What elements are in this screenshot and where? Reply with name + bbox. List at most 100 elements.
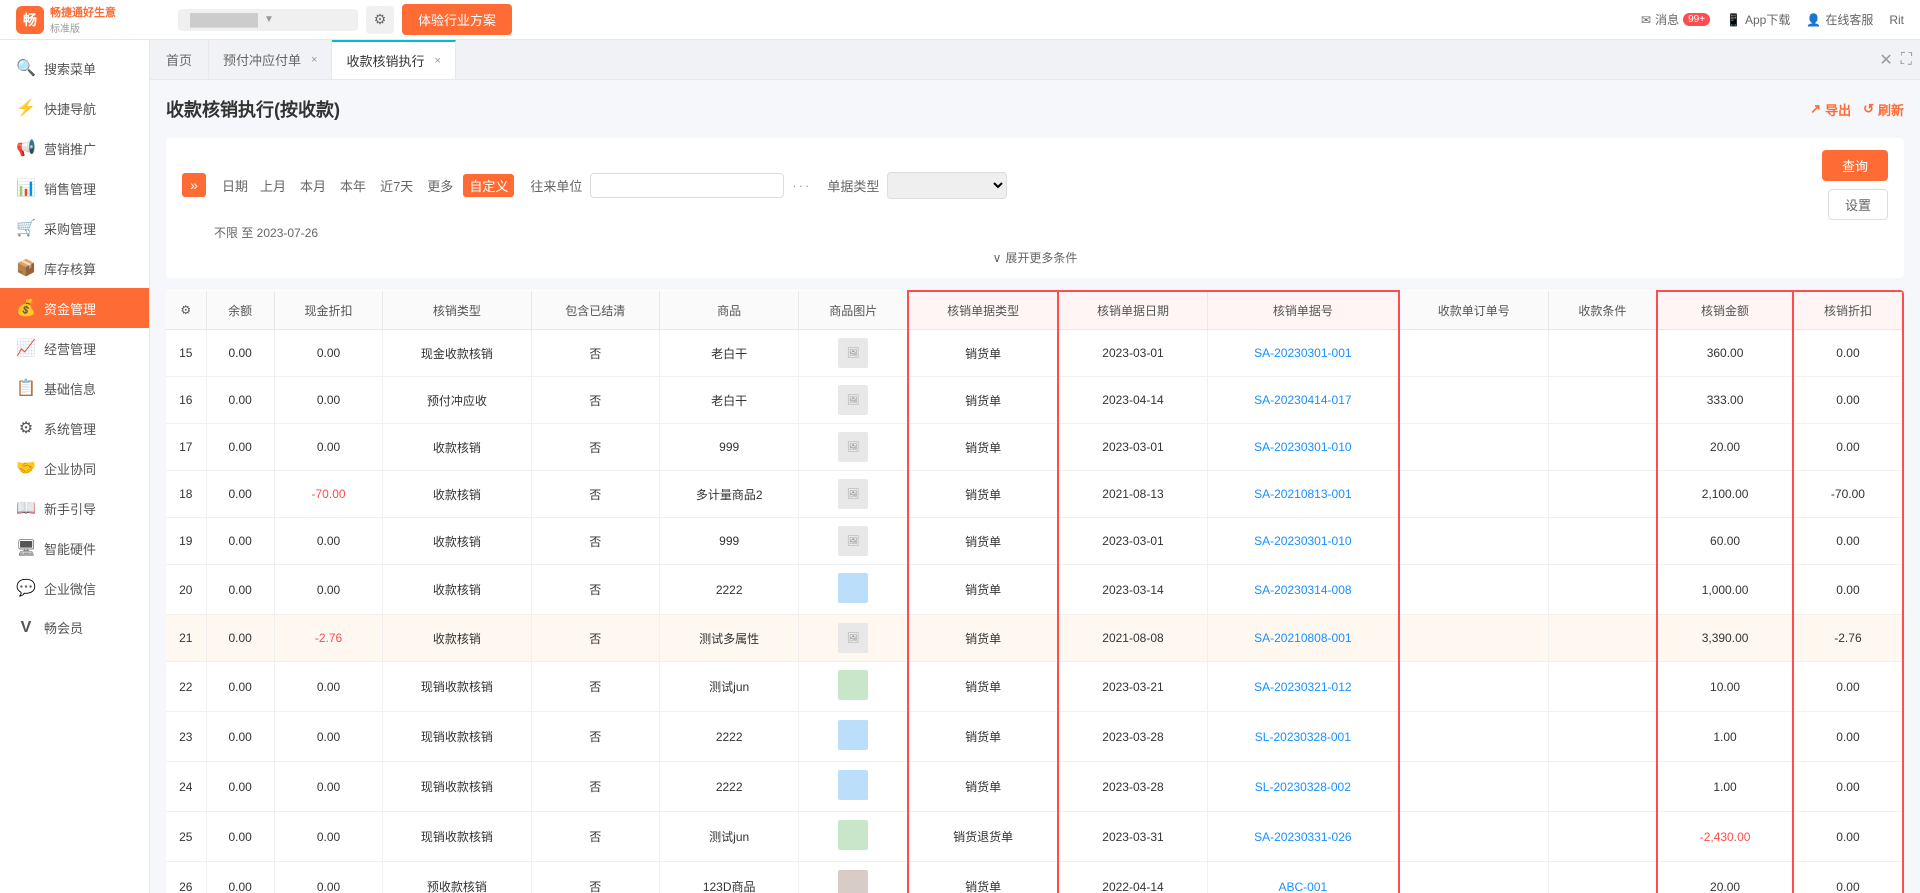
writeoff-no-link[interactable]: SA-20230414-017 <box>1254 393 1351 407</box>
cell-receipt-cond <box>1548 424 1657 471</box>
tab-writeoff[interactable]: 收款核销执行 × <box>332 40 455 79</box>
refresh-action[interactable]: ↺ 刷新 <box>1863 100 1904 119</box>
cell-amount: 360.00 <box>1657 330 1793 377</box>
sidebar-label-basic-info: 基础信息 <box>44 379 96 398</box>
page-content: 收款核销执行(按收款) ↗ 导出 ↺ 刷新 » 日期 <box>150 80 1920 893</box>
doc-type-select[interactable] <box>887 172 1007 199</box>
tab-expand-icon[interactable]: ⛶ <box>1901 51 1912 69</box>
writeoff-no-link[interactable]: SA-20230331-026 <box>1254 830 1351 844</box>
cell-included: 否 <box>531 377 659 424</box>
sidebar-item-wechat[interactable]: 💬 企业微信 <box>0 568 149 608</box>
sidebar-item-search[interactable]: 🔍 搜索菜单 <box>0 48 149 88</box>
writeoff-no-link[interactable]: SA-20210808-001 <box>1254 631 1351 645</box>
sidebar-item-basic-info[interactable]: 📋 基础信息 <box>0 368 149 408</box>
th-receipt-cond: 收款条件 <box>1548 291 1657 330</box>
writeoff-no-link[interactable]: SL-20230328-002 <box>1255 780 1351 794</box>
sidebar-item-cooperation[interactable]: 🤝 企业协同 <box>0 448 149 488</box>
date-this-year[interactable]: 本年 <box>336 174 370 197</box>
sidebar-item-guide[interactable]: 📖 新手引导 <box>0 488 149 528</box>
sidebar-item-hardware[interactable]: 🖥 智能硬件 <box>0 528 149 568</box>
cell-balance: 0.00 <box>206 862 274 893</box>
top-search[interactable]: ████████ ▼ <box>178 9 358 31</box>
date-this-month[interactable]: 本月 <box>296 174 330 197</box>
sidebar-item-marketing[interactable]: 📢 营销推广 <box>0 128 149 168</box>
cell-doc-type: 销货单 <box>908 518 1058 565</box>
cell-receipt-order <box>1399 518 1548 565</box>
writeoff-no-link[interactable]: SA-20230321-012 <box>1254 680 1351 694</box>
writeoff-no-link[interactable]: SA-20230301-010 <box>1254 534 1351 548</box>
sidebar-item-purchase[interactable]: 🛒 采购管理 <box>0 208 149 248</box>
cell-discount: 0.00 <box>1793 862 1903 893</box>
table-body: 15 0.00 0.00 现金收款核销 否 老白干 🖼 销货单 2023-03-… <box>166 330 1903 893</box>
cell-writeoff-type: 现销收款核销 <box>383 812 531 862</box>
th-gear: ⚙ <box>166 291 206 330</box>
th-writeoff-discount: 核销折扣 <box>1793 291 1903 330</box>
sidebar-item-system[interactable]: ⚙ 系统管理 <box>0 408 149 448</box>
cell-goods: 2222 <box>659 712 798 762</box>
export-action[interactable]: ↗ 导出 <box>1810 100 1851 119</box>
date-custom[interactable]: 自定义 <box>463 174 514 197</box>
sidebar-label-finance: 资金管理 <box>44 299 96 318</box>
tab-prepay-close[interactable]: × <box>311 54 317 66</box>
cell-goods-img <box>799 712 908 762</box>
writeoff-no-link[interactable]: SA-20230314-008 <box>1254 583 1351 597</box>
date-more[interactable]: 更多 <box>423 174 457 197</box>
tab-close-icon[interactable]: ✕ <box>1879 50 1892 70</box>
writeoff-no-link[interactable]: SL-20230328-001 <box>1255 730 1351 744</box>
settings-icon[interactable]: ⚙ <box>366 6 394 34</box>
sidebar-item-operations[interactable]: 📈 经营管理 <box>0 328 149 368</box>
filter-collapse-btn[interactable]: » <box>182 173 206 197</box>
notification-area[interactable]: ✉ 消息 99+ <box>1641 11 1710 28</box>
writeoff-no-link[interactable]: ABC-001 <box>1278 880 1327 893</box>
sidebar-item-inventory[interactable]: 📦 库存核算 <box>0 248 149 288</box>
user-area[interactable]: Rit <box>1889 13 1904 27</box>
logo-area: 畅 畅捷通好生意 标准版 <box>16 4 166 35</box>
th-writeoff-type: 核销类型 <box>383 291 531 330</box>
table-header-row: ⚙ 余额 现金折扣 核销类型 包含已结清 商品 商品图片 核销单据类型 核销单据… <box>166 291 1903 330</box>
cell-cash-discount: 0.00 <box>274 330 382 377</box>
writeoff-no-link[interactable]: SA-20230301-001 <box>1254 346 1351 360</box>
sidebar-item-nav[interactable]: ⚡ 快捷导航 <box>0 88 149 128</box>
cell-goods: 999 <box>659 518 798 565</box>
cell-balance: 0.00 <box>206 424 274 471</box>
export-icon: ↗ <box>1810 101 1821 117</box>
cell-receipt-order <box>1399 662 1548 712</box>
cell-receipt-order <box>1399 424 1548 471</box>
expand-button[interactable]: ∨ 展开更多条件 <box>182 249 1888 266</box>
tab-prepay[interactable]: 预付冲应付单 × <box>209 40 332 79</box>
date-last-month[interactable]: 上月 <box>256 174 290 197</box>
cell-writeoff-no: ABC-001 <box>1207 862 1399 893</box>
cell-receipt-cond <box>1548 662 1657 712</box>
writeoff-no-link[interactable]: SA-20230301-010 <box>1254 440 1351 454</box>
date-7days[interactable]: 近7天 <box>376 174 417 197</box>
cell-cash-discount: 0.00 <box>274 712 382 762</box>
cell-goods-img: 🖼 <box>799 377 908 424</box>
cell-goods: 老白干 <box>659 377 798 424</box>
cell-date: 2023-03-21 <box>1058 662 1207 712</box>
app-download-area[interactable]: 📱 App下载 <box>1726 11 1790 28</box>
sidebar-item-sales[interactable]: 📊 销售管理 <box>0 168 149 208</box>
partner-input[interactable] <box>590 173 784 198</box>
export-label: 导出 <box>1825 100 1851 119</box>
cell-date: 2023-03-28 <box>1058 712 1207 762</box>
cell-goods-img <box>799 662 908 712</box>
cell-discount: 0.00 <box>1793 330 1903 377</box>
cell-writeoff-type: 收款核销 <box>383 565 531 615</box>
cell-balance: 0.00 <box>206 518 274 565</box>
cell-doc-type: 销货单 <box>908 424 1058 471</box>
tab-writeoff-close[interactable]: × <box>434 55 440 67</box>
tab-home[interactable]: 首页 <box>150 40 209 79</box>
online-service-area[interactable]: 👤 在线客服 <box>1806 11 1873 28</box>
sidebar-label-nav: 快捷导航 <box>44 99 96 118</box>
writeoff-no-link[interactable]: SA-20210813-001 <box>1254 487 1351 501</box>
solution-button[interactable]: 体验行业方案 <box>402 4 512 35</box>
sidebar-item-member[interactable]: V 畅会员 <box>0 608 149 647</box>
cell-doc-type: 销货单 <box>908 377 1058 424</box>
settings-button[interactable]: 设置 <box>1828 189 1888 220</box>
cell-included: 否 <box>531 518 659 565</box>
table-scroll[interactable]: ⚙ 余额 现金折扣 核销类型 包含已结清 商品 商品图片 核销单据类型 核销单据… <box>166 290 1904 893</box>
cell-cash-discount: 0.00 <box>274 862 382 893</box>
query-button[interactable]: 查询 <box>1822 150 1888 181</box>
sidebar-item-finance[interactable]: 💰 资金管理 <box>0 288 149 328</box>
cell-date: 2023-03-01 <box>1058 424 1207 471</box>
